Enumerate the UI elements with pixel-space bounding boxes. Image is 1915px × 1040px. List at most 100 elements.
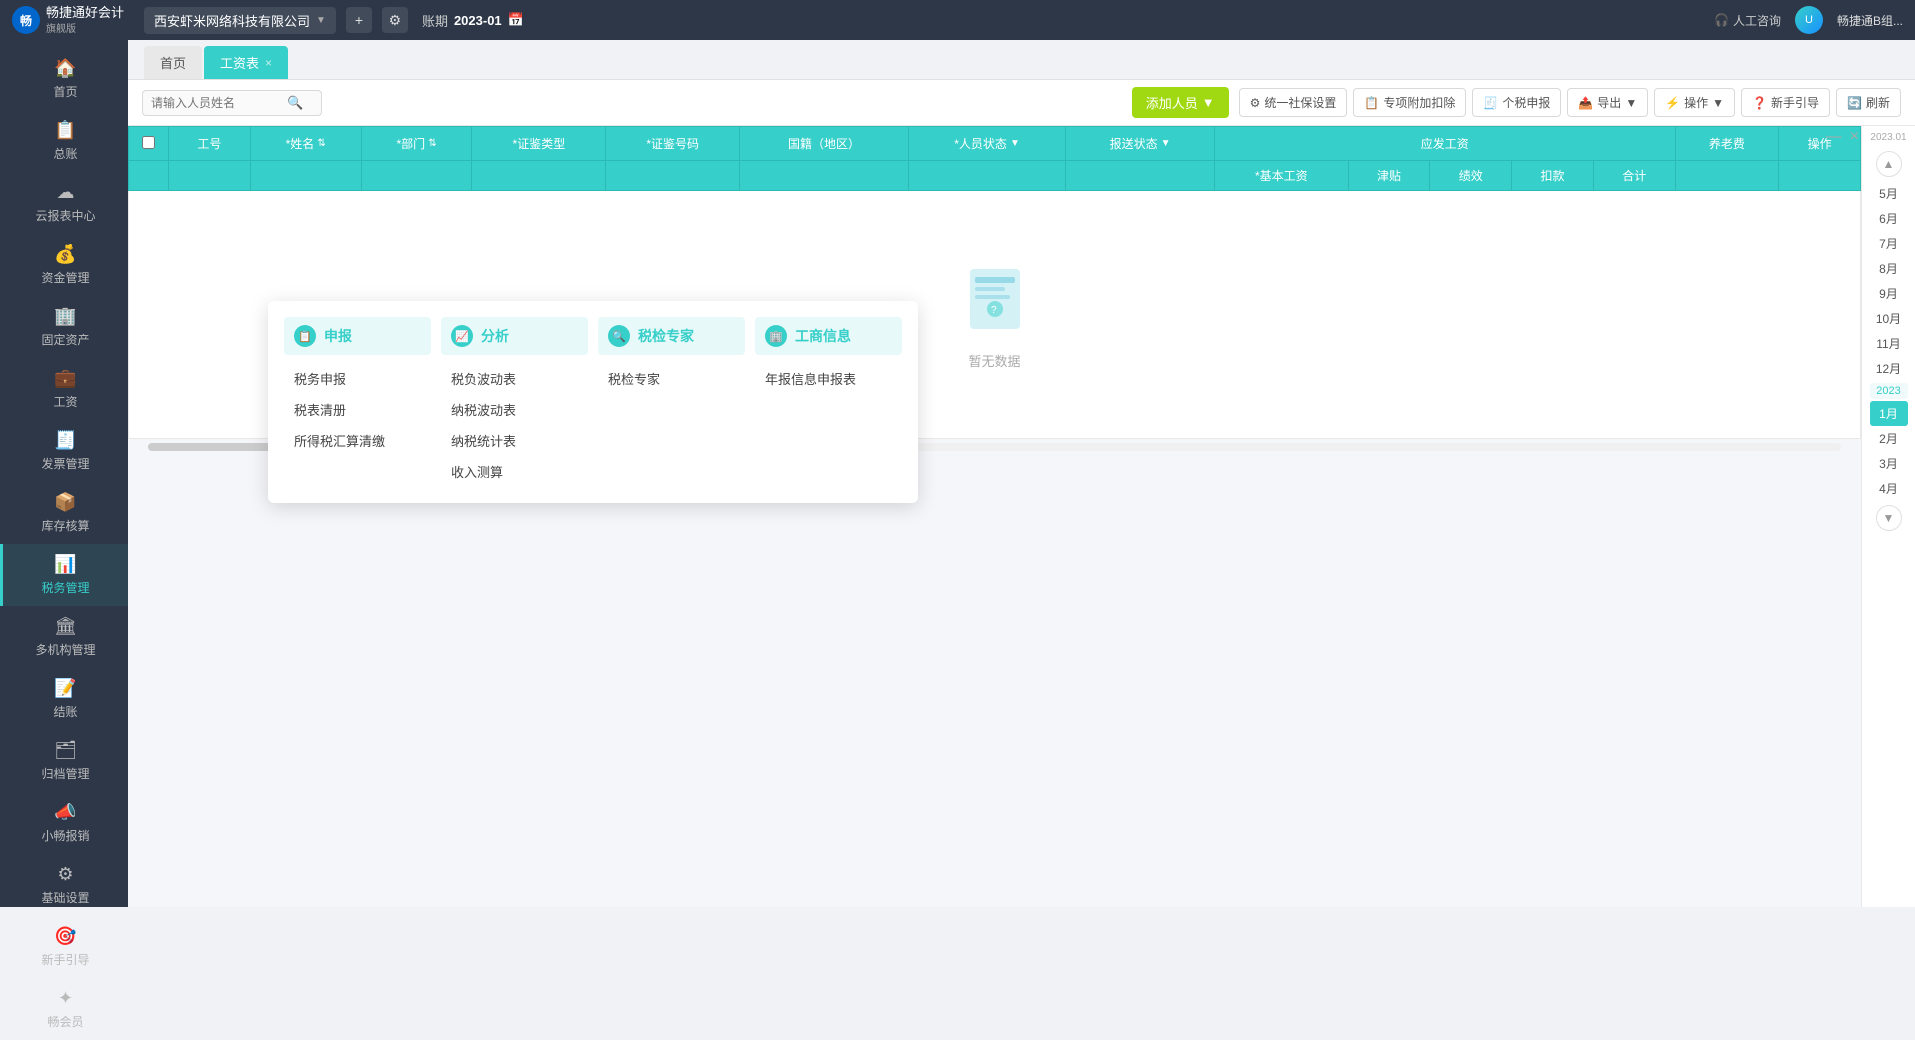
- name-sort-icon[interactable]: ⇅: [317, 138, 325, 149]
- tax-filing-button[interactable]: 🧾 个税申报: [1472, 88, 1561, 117]
- period-value[interactable]: 2023-01: [454, 13, 502, 28]
- toolbar-buttons: ⚙ 统一社保设置 📋 专项附加扣除 🧾 个税申报 📤 导出 ▼ ⚡: [1239, 88, 1901, 117]
- settings-button[interactable]: ⚙: [382, 7, 408, 33]
- timeline-month-12[interactable]: 12月: [1870, 356, 1908, 381]
- th-department: *部门 ⇅: [361, 127, 472, 161]
- sidebar-item-multi[interactable]: 🏛 多机构管理: [0, 606, 128, 668]
- th2-nationality: [740, 161, 909, 191]
- refresh-button[interactable]: 🔄 刷新: [1836, 88, 1901, 117]
- panel-close-button[interactable]: ×: [1850, 128, 1859, 146]
- timeline-month-2[interactable]: 2月: [1870, 426, 1908, 451]
- panel-minimize-button[interactable]: —: [1826, 128, 1842, 146]
- dropdown-item-tax-burden[interactable]: 税负波动表: [441, 363, 588, 394]
- timeline-month-9[interactable]: 9月: [1870, 281, 1908, 306]
- tab-salary-table[interactable]: 工资表 ×: [204, 46, 288, 79]
- tax-icon: 📊: [54, 554, 76, 575]
- service-button[interactable]: 🎧 人工咨询: [1714, 12, 1781, 29]
- sidebar-item-invoice[interactable]: 🧾 发票管理: [0, 420, 128, 482]
- sidebar-item-inventory[interactable]: 📦 库存核算: [0, 482, 128, 544]
- timeline-month-7[interactable]: 7月: [1870, 231, 1908, 256]
- sidebar-item-close[interactable]: 📝 结账: [0, 668, 128, 730]
- sidebar-item-ledger[interactable]: 📋 总账: [0, 110, 128, 172]
- timeline-month-4[interactable]: 4月: [1870, 476, 1908, 501]
- th2-base-salary: *基本工资: [1214, 161, 1348, 191]
- timeline-down-button[interactable]: ▼: [1876, 505, 1902, 531]
- add-company-button[interactable]: +: [346, 7, 372, 33]
- timeline-panel: 2023.01 ▲ 5月 6月 7月 8月 9月 10月 11月 12月 202…: [1861, 126, 1915, 907]
- calendar-icon[interactable]: 📅: [508, 12, 524, 28]
- th2-cert-type: [472, 161, 606, 191]
- timeline-month-3[interactable]: 3月: [1870, 451, 1908, 476]
- refresh-label: 刷新: [1866, 94, 1890, 111]
- table-wrapper: 工号 *姓名 ⇅ *部门 ⇅: [128, 126, 1861, 907]
- sidebar-item-guide[interactable]: 🎯 新手引导: [0, 916, 128, 978]
- dropdown-item-tax-expert[interactable]: 税检专家: [598, 363, 745, 394]
- select-all-checkbox[interactable]: [142, 136, 155, 149]
- sidebar-item-salary[interactable]: 💼 工资: [0, 358, 128, 420]
- panel-controls: — ×: [1826, 128, 1859, 146]
- sidebar-label-invoice: 发票管理: [41, 455, 89, 472]
- dropdown-item-income-estimate[interactable]: 收入测算: [441, 456, 588, 487]
- dropdown-section-declaration: 📋 申报 税务申报 税表清册 所得税汇算清缴: [284, 317, 431, 487]
- search-input-wrapper[interactable]: 🔍: [142, 90, 322, 116]
- settings-nav-icon: ⚙: [57, 864, 73, 885]
- declaration-section-icon: 📋: [294, 325, 316, 347]
- logo-icon: 畅: [12, 6, 40, 34]
- th-checkbox[interactable]: [129, 127, 169, 161]
- company-selector[interactable]: 西安虾米网络科技有限公司 ▼: [144, 7, 336, 34]
- sidebar-label-member: 畅会员: [47, 1013, 83, 1030]
- period-label: 账期 2023-01 📅: [422, 11, 524, 30]
- add-person-button[interactable]: 添加人员 ▼: [1132, 87, 1229, 118]
- sidebar-label-close: 结账: [53, 703, 77, 720]
- operations-button[interactable]: ⚡ 操作 ▼: [1654, 88, 1735, 117]
- timeline-up-button[interactable]: ▲: [1876, 151, 1902, 177]
- timeline-month-8[interactable]: 8月: [1870, 256, 1908, 281]
- th-cert-type: *证鉴类型: [472, 127, 606, 161]
- company-dropdown-arrow: ▼: [316, 15, 326, 26]
- timeline-month-10[interactable]: 10月: [1870, 306, 1908, 331]
- th-status: *人员状态 ▼: [908, 127, 1065, 161]
- report-sort-icon[interactable]: ▼: [1161, 138, 1171, 149]
- multi-icon: 🏛: [54, 616, 77, 637]
- sidebar-item-fund[interactable]: 💰 资金管理: [0, 234, 128, 296]
- timeline-month-6[interactable]: 6月: [1870, 206, 1908, 231]
- section-title-declaration: 申报: [324, 326, 352, 346]
- th-name: *姓名 ⇅: [250, 127, 361, 161]
- dropdown-item-annual-report[interactable]: 年报信息申报表: [755, 363, 902, 394]
- sidebar-item-assets[interactable]: 🏢 固定资产: [0, 296, 128, 358]
- empty-text: 暂无数据: [968, 351, 1020, 370]
- social-insurance-button[interactable]: ⚙ 统一社保设置: [1239, 88, 1348, 117]
- timeline-month-5[interactable]: 5月: [1870, 181, 1908, 206]
- tab-close-icon[interactable]: ×: [265, 56, 272, 70]
- sidebar-label-assets: 固定资产: [41, 331, 89, 348]
- th2-dept: [361, 161, 472, 191]
- timeline-month-1[interactable]: 1月: [1870, 401, 1908, 426]
- special-label: 专项附加扣除: [1383, 94, 1455, 111]
- sidebar-item-cloud[interactable]: ☁ 云报表中心: [0, 172, 128, 234]
- sidebar-label-ledger: 总账: [53, 145, 77, 162]
- sidebar-item-archive[interactable]: 🗂 归档管理: [0, 730, 128, 792]
- sidebar-item-member[interactable]: ✦ 畅会员: [0, 978, 128, 1040]
- dropdown-item-tax-table[interactable]: 税表清册: [284, 394, 431, 425]
- dept-sort-icon[interactable]: ⇅: [428, 138, 436, 149]
- sidebar-item-home[interactable]: 🏠 首页: [0, 48, 128, 110]
- export-button[interactable]: 📤 导出 ▼: [1567, 88, 1648, 117]
- guide-button[interactable]: ❓ 新手引导: [1741, 88, 1830, 117]
- dropdown-item-tax-stats[interactable]: 纳税统计表: [441, 425, 588, 456]
- special-deduction-button[interactable]: 📋 专项附加扣除: [1353, 88, 1466, 117]
- section-title-business: 工商信息: [795, 326, 851, 346]
- sidebar-item-tax[interactable]: 📊 税务管理: [0, 544, 128, 606]
- th2-performance: 绩效: [1430, 161, 1512, 191]
- dropdown-item-tax-change[interactable]: 纳税波动表: [441, 394, 588, 425]
- analysis-section-icon: 📈: [451, 325, 473, 347]
- status-sort-icon[interactable]: ▼: [1010, 138, 1020, 149]
- dropdown-item-tax-filing[interactable]: 税务申报: [284, 363, 431, 394]
- close-period-icon: 📝: [54, 678, 76, 699]
- dropdown-item-income-tax[interactable]: 所得税汇算清缴: [284, 425, 431, 456]
- search-input[interactable]: [151, 96, 281, 110]
- timeline-month-11[interactable]: 11月: [1870, 331, 1908, 356]
- th-cert-no: *证鉴号码: [606, 127, 740, 161]
- sidebar-item-marketing[interactable]: 📣 小畅报销: [0, 792, 128, 854]
- tab-home[interactable]: 首页: [144, 46, 202, 79]
- section-header-analysis: 📈 分析: [441, 317, 588, 355]
